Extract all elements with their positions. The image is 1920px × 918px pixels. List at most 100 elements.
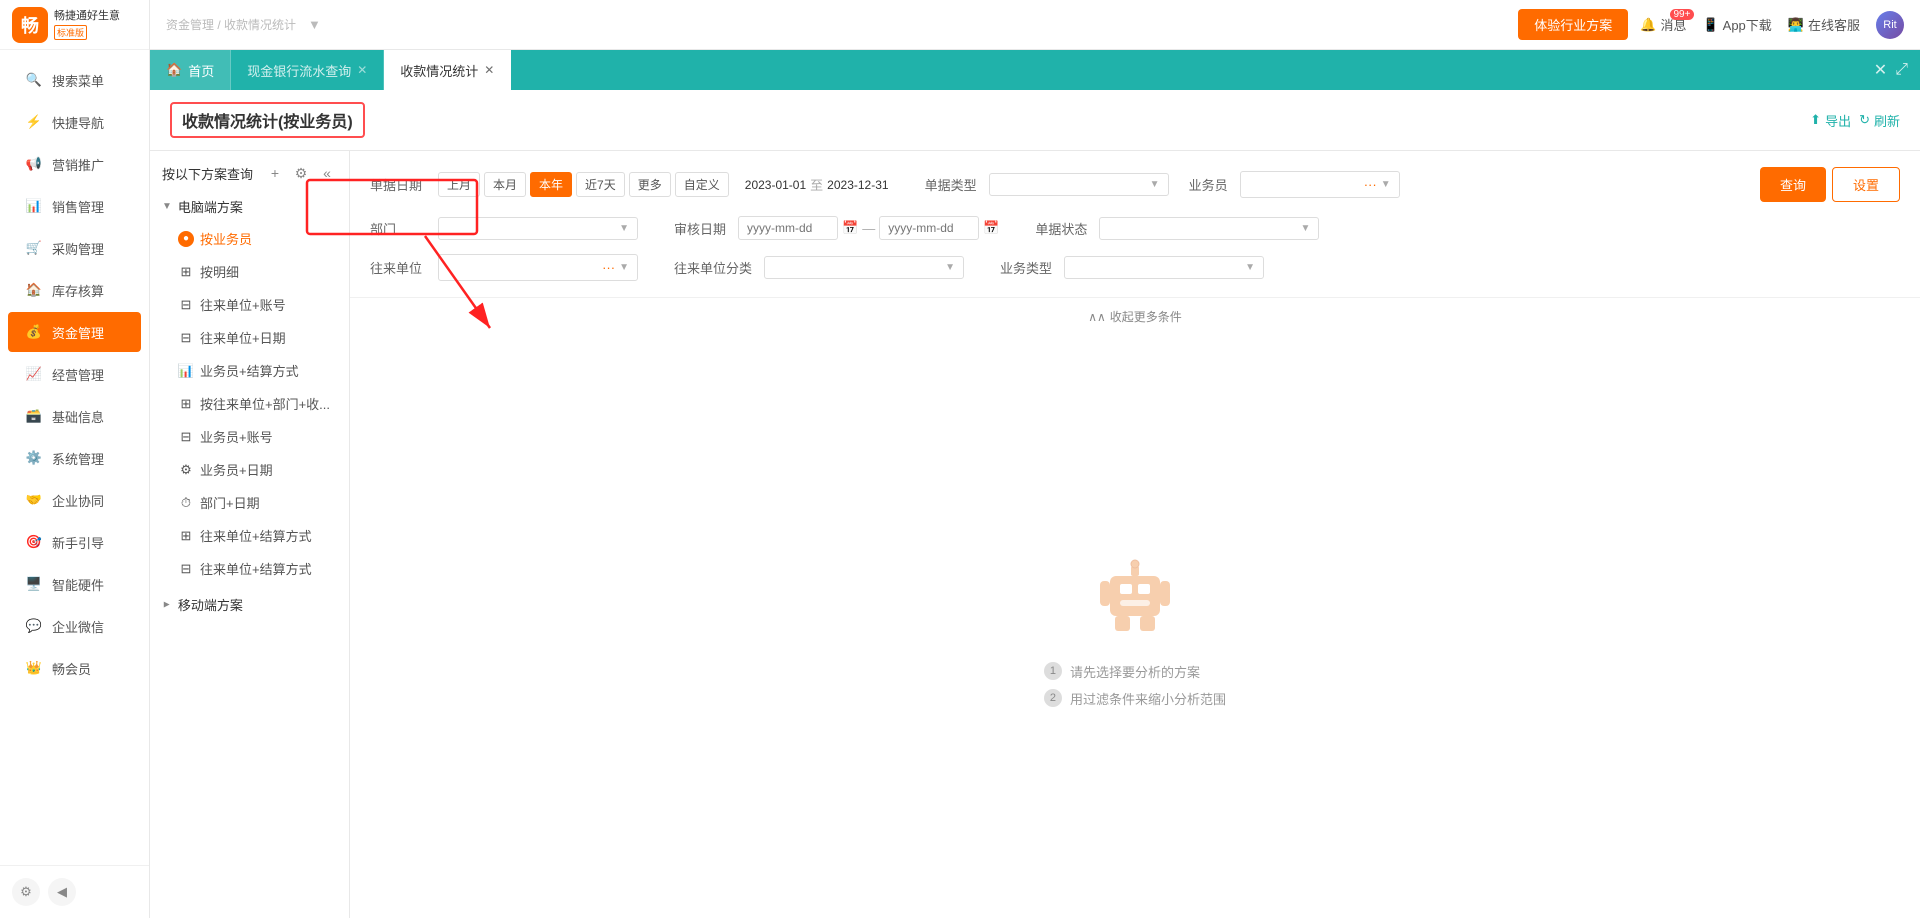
breadcrumb-dropdown[interactable]: ▼: [308, 17, 321, 32]
sales-icon: 📊: [24, 196, 44, 216]
scheme-item-partner-dept[interactable]: ⊞ 按往来单位+部门+收...: [150, 387, 349, 420]
sidebar-nav: 🔍 搜索菜单 ⚡ 快捷导航 📢 营销推广 📊 销售管理 🛒 采购管理 🏠 库存核…: [0, 50, 149, 865]
scheme-item-partner-settle2[interactable]: ⊟ 往来单位+结算方式: [150, 552, 349, 585]
date-btn-custom[interactable]: 自定义: [675, 172, 729, 197]
dept-select[interactable]: ▼: [438, 217, 638, 240]
tab-home[interactable]: 🏠 首页: [150, 50, 231, 90]
scheme-item-partner-settle1[interactable]: ⊞ 往来单位+结算方式: [150, 519, 349, 552]
sidebar-item-search[interactable]: 🔍 搜索菜单: [8, 60, 141, 100]
topbar-icons: 🔔 消息 99+ 📱 App下载 👨‍💻 在线客服 Rit: [1640, 11, 1904, 39]
scheme-item-staff-account[interactable]: ⊟ 业务员+账号: [150, 420, 349, 453]
status-select[interactable]: ▼: [1099, 217, 1319, 240]
settings-button[interactable]: 设置: [1832, 167, 1900, 202]
inventory-icon: 🏠: [24, 280, 44, 300]
staff-more-icon[interactable]: ···: [1364, 177, 1377, 192]
staff-select[interactable]: ··· ▼: [1240, 171, 1400, 198]
desktop-group-header[interactable]: ▼ 电脑端方案: [150, 191, 349, 222]
refresh-button[interactable]: ↻ 刷新: [1859, 111, 1900, 130]
scheme-panel-header: 按以下方案查询 + ⚙ «: [150, 163, 349, 191]
date-btn-this-year[interactable]: 本年: [530, 172, 572, 197]
online-service-button[interactable]: 👨‍💻 在线客服: [1788, 15, 1860, 34]
sidebar-item-guide[interactable]: 🎯 新手引导: [8, 522, 141, 562]
partner-dept-icon: ⊞: [178, 396, 194, 412]
sidebar-collapse-button[interactable]: ◀: [48, 878, 76, 906]
trial-button[interactable]: 体验行业方案: [1518, 9, 1628, 40]
close-window-button[interactable]: ✕: [1874, 60, 1887, 80]
scheme-item-staff-settle[interactable]: 📊 业务员+结算方式: [150, 354, 349, 387]
biz-type-select[interactable]: ▼: [1064, 256, 1264, 279]
sidebar-item-quick-nav[interactable]: ⚡ 快捷导航: [8, 102, 141, 142]
add-scheme-button[interactable]: +: [265, 163, 285, 183]
sidebar-item-vip[interactable]: 👑 畅会员: [8, 648, 141, 688]
type-label: 单据类型: [925, 175, 977, 194]
collapse-panel-button[interactable]: «: [317, 163, 337, 183]
right-panel: 单据日期 上月 本月 本年 近7天 更多 自定义 2023-01-01 至: [350, 151, 1920, 918]
tip2-text: 用过滤条件来缩小分析范围: [1070, 689, 1226, 708]
date-btn-last-month[interactable]: 上月: [438, 172, 480, 197]
scheme-item-by-staff[interactable]: ● 按业务员: [150, 222, 349, 255]
scheme-item-partner-date[interactable]: ⊟ 往来单位+日期: [150, 321, 349, 354]
topbar: 资金管理 / 收款情况统计 ▼ 体验行业方案 🔔 消息 99+ 📱 App下载 …: [150, 0, 1920, 50]
biz-type-select-arrow: ▼: [1245, 262, 1255, 273]
sidebar-settings-button[interactable]: ⚙: [12, 878, 40, 906]
audit-to-input[interactable]: [879, 216, 979, 240]
tip1-number: 1: [1044, 662, 1062, 680]
filter-row-3: 往来单位 ··· ▼ 往来单位分类 ▼: [370, 254, 1900, 281]
calendar-from-icon[interactable]: 📅: [842, 220, 858, 236]
filter-row-2: 部门 ▼ 审核日期 📅 — 📅 单据状: [370, 216, 1900, 240]
tip2-number: 2: [1044, 689, 1062, 707]
tab-collection-stats[interactable]: 收款情况统计 ✕: [384, 50, 511, 90]
audit-from-input[interactable]: [738, 216, 838, 240]
refresh-icon: ↻: [1859, 112, 1870, 128]
sidebar-item-finance[interactable]: 💰 资金管理: [8, 312, 141, 352]
date-btn-more[interactable]: 更多: [629, 172, 671, 197]
filter-row-1: 单据日期 上月 本月 本年 近7天 更多 自定义 2023-01-01 至: [370, 167, 1900, 202]
status-select-arrow: ▼: [1301, 223, 1311, 234]
notification-button[interactable]: 🔔 消息 99+: [1640, 15, 1686, 34]
collapse-bar[interactable]: ∧∧ 收起更多条件: [350, 298, 1920, 335]
sidebar-item-wechat[interactable]: 💬 企业微信: [8, 606, 141, 646]
sidebar-item-operation[interactable]: 📈 经营管理: [8, 354, 141, 394]
tab-bank-flow[interactable]: 现金银行流水查询 ✕: [231, 50, 384, 90]
app-download-button[interactable]: 📱 App下载: [1702, 15, 1771, 34]
empty-state: 1 请先选择要分析的方案 2 用过滤条件来缩小分析范围: [350, 335, 1920, 918]
partner-settle1-icon: ⊞: [178, 528, 194, 544]
scheme-item-by-detail[interactable]: ⊞ 按明细: [150, 255, 349, 288]
maximize-window-button[interactable]: ⤢: [1895, 61, 1908, 79]
date-btn-this-month[interactable]: 本月: [484, 172, 526, 197]
window-controls: ✕ ⤢: [1862, 50, 1920, 90]
sidebar-item-basic[interactable]: 🗃️ 基础信息: [8, 396, 141, 436]
page-title: 收款情况统计(按业务员): [182, 114, 353, 131]
sidebar-item-purchase[interactable]: 🛒 采购管理: [8, 228, 141, 268]
partner-more-icon[interactable]: ···: [602, 260, 615, 275]
calendar-to-icon[interactable]: 📅: [983, 220, 999, 236]
user-avatar[interactable]: Rit: [1876, 11, 1904, 39]
date-btn-7days[interactable]: 近7天: [576, 172, 625, 197]
scheme-item-partner-account[interactable]: ⊟ 往来单位+账号: [150, 288, 349, 321]
sidebar-item-sales[interactable]: 📊 销售管理: [8, 186, 141, 226]
tab-close-bank-flow[interactable]: ✕: [357, 63, 367, 77]
tab-close-collection-stats[interactable]: ✕: [484, 63, 494, 77]
vip-icon: 👑: [24, 658, 44, 678]
tip1-text: 请先选择要分析的方案: [1070, 662, 1200, 681]
sidebar-item-marketing[interactable]: 📢 营销推广: [8, 144, 141, 184]
scheme-item-staff-date[interactable]: ⚙ 业务员+日期: [150, 453, 349, 486]
scheme-panel: 按以下方案查询 + ⚙ « ▼ 电脑端方案 ● 按业务员: [150, 151, 350, 918]
breadcrumb: 资金管理 / 收款情况统计: [166, 16, 296, 33]
date-to-display: 2023-12-31: [827, 178, 888, 192]
sidebar-item-hardware[interactable]: 🖥️ 智能硬件: [8, 564, 141, 604]
partner-select[interactable]: ··· ▼: [438, 254, 638, 281]
scheme-settings-button[interactable]: ⚙: [291, 163, 311, 183]
sidebar-item-inventory[interactable]: 🏠 库存核算: [8, 270, 141, 310]
sidebar-item-system[interactable]: ⚙️ 系统管理: [8, 438, 141, 478]
partner-category-select[interactable]: ▼: [764, 256, 964, 279]
sidebar-item-corp[interactable]: 🤝 企业协同: [8, 480, 141, 520]
filter-area: 单据日期 上月 本月 本年 近7天 更多 自定义 2023-01-01 至: [350, 151, 1920, 298]
empty-tip-2: 2 用过滤条件来缩小分析范围: [1044, 689, 1226, 708]
empty-robot-icon: [1085, 546, 1185, 646]
type-select[interactable]: ▼: [989, 173, 1169, 196]
export-button[interactable]: ⬆ 导出: [1810, 111, 1851, 130]
mobile-group-header[interactable]: ▼ 移动端方案: [150, 589, 349, 620]
scheme-item-dept-date[interactable]: ⏱ 部门+日期: [150, 486, 349, 519]
query-button[interactable]: 查询: [1760, 167, 1826, 202]
